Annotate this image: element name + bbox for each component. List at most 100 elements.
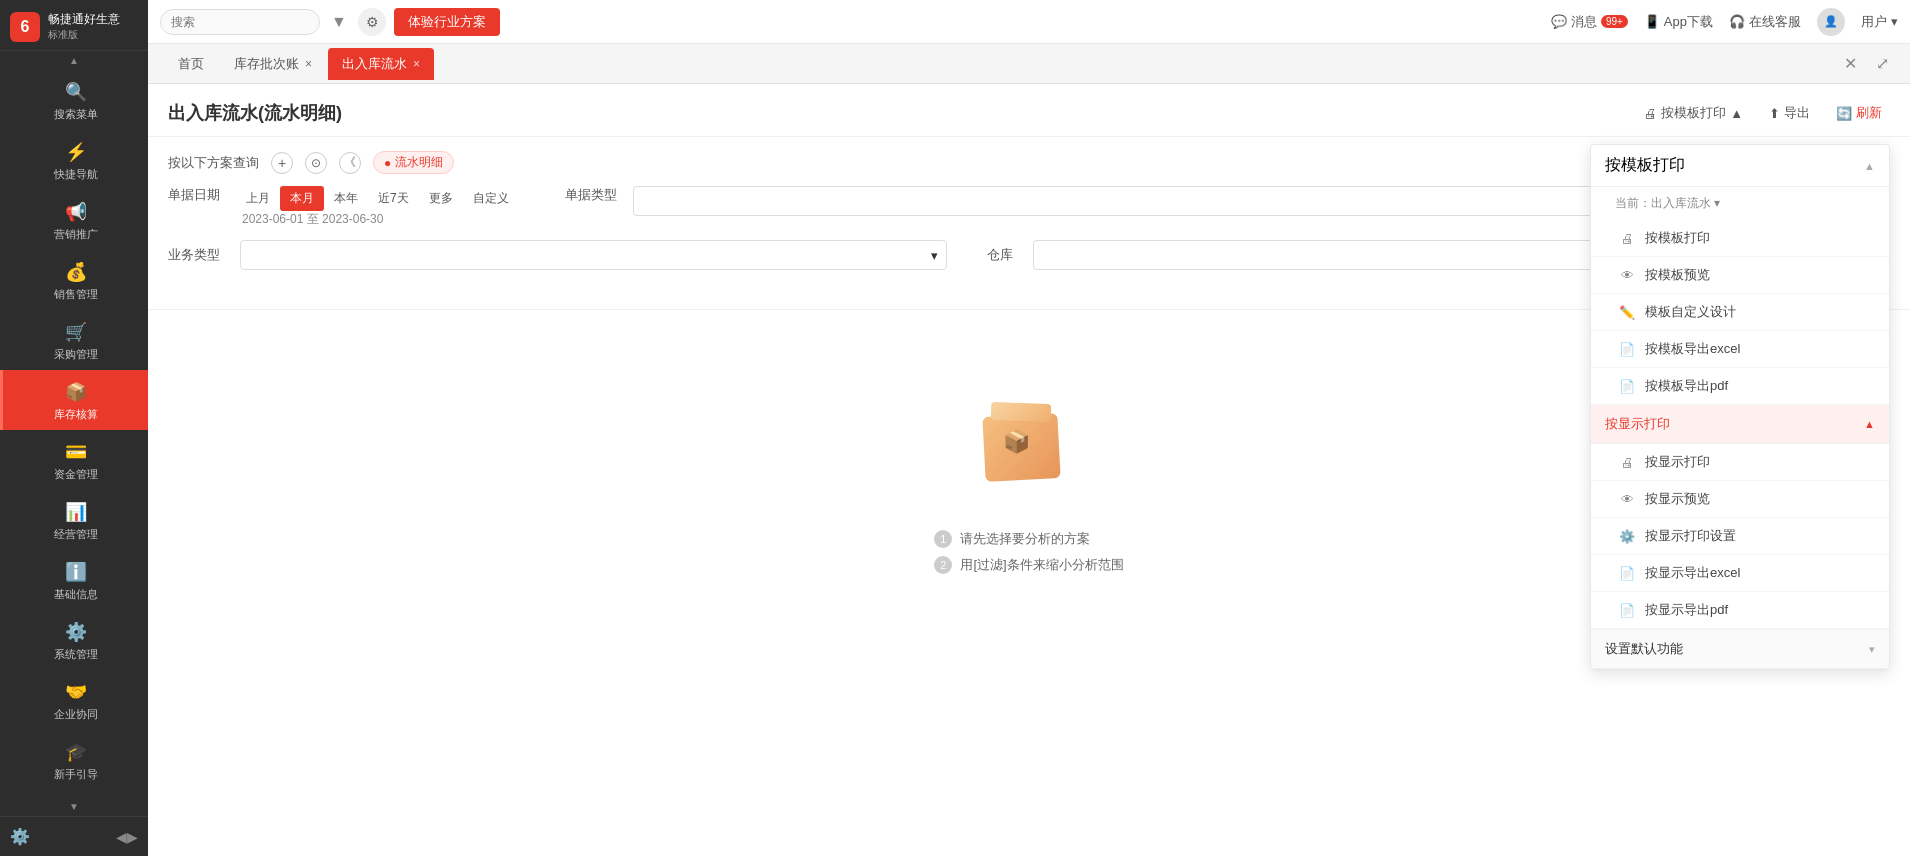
- filter-scheme-icon: ●: [384, 156, 391, 170]
- print-chevron-icon: ▲: [1730, 106, 1743, 121]
- date-this-month[interactable]: 本月: [280, 186, 324, 211]
- template-excel-item[interactable]: 📄 按模板导出excel: [1591, 331, 1889, 368]
- search-input[interactable]: [160, 9, 320, 35]
- messages-label: 消息: [1571, 13, 1597, 31]
- sidebar-finance-label: 资金管理: [54, 467, 98, 482]
- sidebar-item-system[interactable]: ⚙️ 系统管理: [0, 610, 148, 670]
- tab-flow[interactable]: 出入库流水 ×: [328, 48, 434, 80]
- display-pdf-item[interactable]: 📄 按显示导出pdf: [1591, 592, 1889, 629]
- sidebar-item-operations[interactable]: 📊 经营管理: [0, 490, 148, 550]
- date-last-7days[interactable]: 近7天: [368, 186, 419, 211]
- sidebar-item-collab[interactable]: 🤝 企业协同: [0, 670, 148, 730]
- sidebar-collab-label: 企业协同: [54, 707, 98, 722]
- display-excel-label: 按显示导出excel: [1645, 564, 1740, 582]
- display-print-settings-item[interactable]: ⚙️ 按显示打印设置: [1591, 518, 1889, 555]
- display-preview-item[interactable]: 👁 按显示预览: [1591, 481, 1889, 518]
- settings-gear-icon[interactable]: ⚙: [358, 8, 386, 36]
- app-download-button[interactable]: 📱 App下载: [1644, 13, 1713, 31]
- sidebar-scroll-down[interactable]: ▼: [69, 801, 79, 812]
- topbar-right: 💬 消息 99+ 📱 App下载 🎧 在线客服 👤 用户 ▾: [1551, 8, 1898, 36]
- date-last-month[interactable]: 上月: [236, 186, 280, 211]
- refresh-button[interactable]: 🔄 刷新: [1828, 100, 1890, 126]
- warehouse-label: 仓库: [987, 246, 1013, 264]
- display-print-title: 按显示打印: [1605, 415, 1670, 433]
- date-this-year[interactable]: 本年: [324, 186, 368, 211]
- avatar-placeholder: 👤: [1824, 15, 1838, 28]
- sidebar-item-purchase[interactable]: 🛒 采购管理: [0, 310, 148, 370]
- display-pdf-icon: 📄: [1619, 602, 1635, 618]
- step-1-number: 1: [934, 530, 952, 548]
- sidebar-item-guide[interactable]: 🎓 新手引导: [0, 730, 148, 790]
- sidebar-item-finance[interactable]: 💳 资金管理: [0, 430, 148, 490]
- print-template-button[interactable]: 🖨 按模板打印 ▲: [1636, 100, 1751, 126]
- tab-batch-close[interactable]: ×: [305, 57, 312, 71]
- date-filter-label: 单据日期: [168, 186, 220, 204]
- template-custom-item[interactable]: ✏️ 模板自定义设计: [1591, 294, 1889, 331]
- current-label: 当前：出入库流水: [1615, 196, 1711, 210]
- settings-icon[interactable]: ⚙️: [10, 827, 30, 846]
- sidebar-item-marketing[interactable]: 📢 营销推广: [0, 190, 148, 250]
- display-print-header[interactable]: 按显示打印 ▲: [1591, 405, 1889, 444]
- sidebar-marketing-icon: 📢: [65, 201, 87, 223]
- sidebar-guide-icon: 🎓: [65, 741, 87, 763]
- empty-step-2: 2 用[过滤]条件来缩小分析范围: [934, 556, 1123, 574]
- step-2-number: 2: [934, 556, 952, 574]
- date-more[interactable]: 更多: [419, 186, 463, 211]
- sidebar-item-apps[interactable]: 📱 应用中心: [0, 790, 148, 797]
- tabbar: 首页 库存批次账 × 出入库流水 × ✕ ⤢: [148, 44, 1910, 84]
- bill-type-label: 单据类型: [565, 186, 617, 204]
- sidebar-sales-label: 销售管理: [54, 287, 98, 302]
- sidebar-item-basic[interactable]: ℹ️ 基础信息: [0, 550, 148, 610]
- display-print-chevron: ▲: [1864, 418, 1875, 430]
- sidebar-item-shortcuts[interactable]: ⚡ 快捷导航: [0, 130, 148, 190]
- filter-scheme-tag[interactable]: ● 流水明细: [373, 151, 454, 174]
- online-service-button[interactable]: 🎧 在线客服: [1729, 13, 1801, 31]
- filter-settings-button[interactable]: ⊙: [305, 152, 327, 174]
- template-preview-item[interactable]: 👁 按模板预览: [1591, 257, 1889, 294]
- tab-batch[interactable]: 库存批次账 ×: [220, 48, 326, 80]
- current-chevron: ▾: [1714, 196, 1720, 210]
- display-excel-item[interactable]: 📄 按显示导出excel: [1591, 555, 1889, 592]
- sidebar-item-sales[interactable]: 💰 销售管理: [0, 250, 148, 310]
- tab-flow-close[interactable]: ×: [413, 57, 420, 71]
- sidebar-system-label: 系统管理: [54, 647, 98, 662]
- default-settings-header[interactable]: 设置默认功能 ▾: [1591, 629, 1889, 669]
- search-dropdown-icon[interactable]: ▼: [328, 11, 350, 33]
- default-settings-chevron: ▾: [1869, 643, 1875, 656]
- sidebar-scroll-up[interactable]: ▲: [69, 55, 79, 66]
- template-print-header[interactable]: 按模板打印 ▲: [1591, 145, 1889, 187]
- export-button[interactable]: ⬆ 导出: [1761, 100, 1818, 126]
- tab-close-all-button[interactable]: ✕: [1838, 52, 1862, 76]
- tabbar-actions: ✕ ⤢: [1838, 52, 1894, 76]
- collapse-sidebar-icon[interactable]: ◀▶: [116, 829, 138, 845]
- filter-scheme-label: 流水明细: [395, 154, 443, 171]
- topbar: ▼ ⚙ 体验行业方案 💬 消息 99+ 📱 App下载 🎧 在线客服 👤 用户: [148, 0, 1910, 44]
- messages-button[interactable]: 💬 消息 99+: [1551, 13, 1628, 31]
- template-excel-label: 按模板导出excel: [1645, 340, 1740, 358]
- display-print-item[interactable]: 🖨 按显示打印: [1591, 444, 1889, 481]
- tab-maximize-button[interactable]: ⤢: [1870, 52, 1894, 76]
- industry-solution-button[interactable]: 体验行业方案: [394, 8, 500, 36]
- sidebar-item-inventory[interactable]: 📦 库存核算: [0, 370, 148, 430]
- refresh-icon: 🔄: [1836, 106, 1852, 121]
- display-print-settings-icon: ⚙️: [1619, 528, 1635, 544]
- template-pdf-item[interactable]: 📄 按模板导出pdf: [1591, 368, 1889, 405]
- tab-home[interactable]: 首页: [164, 48, 218, 80]
- empty-step-1: 1 请先选择要分析的方案: [934, 530, 1090, 548]
- current-template[interactable]: 当前：出入库流水 ▾: [1591, 187, 1889, 220]
- display-preview-label: 按显示预览: [1645, 490, 1710, 508]
- template-print-item[interactable]: 🖨 按模板打印: [1591, 220, 1889, 257]
- page-container: 出入库流水(流水明细) 🖨 按模板打印 ▲ ⬆ 导出 🔄 刷新: [148, 84, 1910, 856]
- display-preview-icon: 👁: [1619, 491, 1635, 507]
- filter-add-button[interactable]: +: [271, 152, 293, 174]
- export-label: 导出: [1784, 104, 1810, 122]
- template-custom-icon: ✏️: [1619, 304, 1635, 320]
- template-preview-icon: 👁: [1619, 267, 1635, 283]
- sidebar-item-search[interactable]: 🔍 搜索菜单: [0, 70, 148, 130]
- user-name[interactable]: 用户 ▾: [1861, 13, 1898, 31]
- sidebar-inventory-label: 库存核算: [54, 407, 98, 422]
- date-custom[interactable]: 自定义: [463, 186, 519, 211]
- user-avatar[interactable]: 👤: [1817, 8, 1845, 36]
- business-type-select[interactable]: ▾: [240, 240, 947, 270]
- filter-collapse-button[interactable]: 《: [339, 152, 361, 174]
